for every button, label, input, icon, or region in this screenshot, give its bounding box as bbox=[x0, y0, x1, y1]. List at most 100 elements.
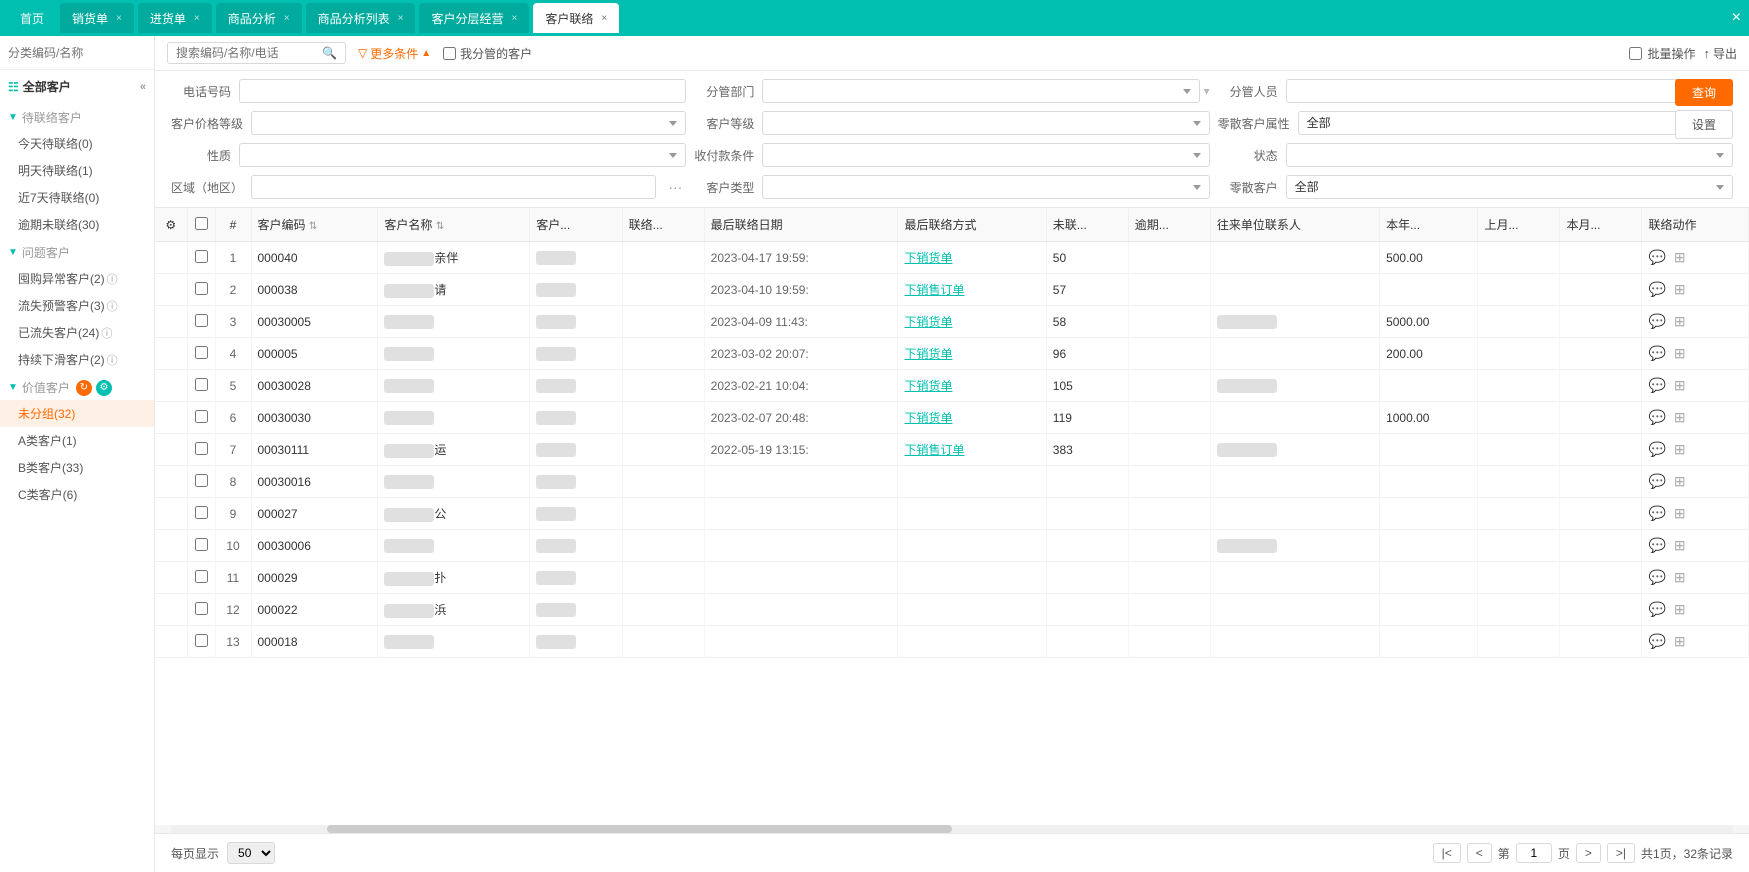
tab-customer-contact[interactable]: 客户联络 × bbox=[533, 3, 619, 33]
tab-customer-layer-close[interactable]: × bbox=[511, 13, 517, 24]
td-last-contact-method[interactable] bbox=[898, 562, 1046, 594]
retail-customer-select[interactable]: 全部 bbox=[1286, 175, 1733, 199]
sidebar-item-today-pending[interactable]: 今天待联络(0) bbox=[0, 130, 154, 157]
td-last-contact-method[interactable]: 下销售订单 bbox=[898, 274, 1046, 306]
td-checkbox[interactable] bbox=[187, 434, 215, 466]
grid-icon[interactable]: ⊞ bbox=[1674, 569, 1686, 586]
row-checkbox[interactable] bbox=[195, 474, 208, 487]
query-button[interactable]: 查询 bbox=[1675, 79, 1733, 106]
my-customers-checkbox[interactable] bbox=[443, 47, 456, 60]
batch-ops-checkbox[interactable] bbox=[1629, 47, 1642, 60]
gender-select[interactable] bbox=[239, 143, 686, 167]
grid-icon[interactable]: ⊞ bbox=[1674, 281, 1686, 298]
export-button[interactable]: ↑ 导出 bbox=[1703, 45, 1737, 62]
tab-customer-contact-close[interactable]: × bbox=[601, 13, 607, 24]
person-input[interactable] bbox=[1286, 79, 1703, 103]
sidebar-item-b-class[interactable]: B类客户(33) bbox=[0, 454, 154, 481]
tab-sales-close[interactable]: × bbox=[116, 13, 122, 24]
chat-icon[interactable]: 💬 bbox=[1648, 345, 1665, 362]
sidebar-item-declining[interactable]: 持续下滑客户(2) ⓘ bbox=[0, 346, 154, 373]
contact-method-link[interactable]: 下销售订单 bbox=[904, 443, 964, 457]
payment-select[interactable] bbox=[762, 143, 1209, 167]
th-last-contact-method[interactable]: 最后联络方式 bbox=[898, 208, 1046, 242]
row-checkbox[interactable] bbox=[195, 506, 208, 519]
more-conditions-button[interactable]: ▽ 更多条件 ▲ bbox=[358, 45, 431, 62]
sidebar-item-ungroup[interactable]: 未分组(32) bbox=[0, 400, 154, 427]
chat-icon[interactable]: 💬 bbox=[1648, 601, 1665, 618]
area-more-icon[interactable]: ··· bbox=[664, 177, 686, 197]
td-checkbox[interactable] bbox=[187, 338, 215, 370]
next-page-button[interactable]: > bbox=[1576, 843, 1601, 863]
row-checkbox[interactable] bbox=[195, 634, 208, 647]
contact-method-link[interactable]: 下销货单 bbox=[904, 315, 952, 329]
td-checkbox[interactable] bbox=[187, 562, 215, 594]
prev-page-button[interactable]: < bbox=[1467, 843, 1492, 863]
search-input[interactable] bbox=[176, 46, 316, 60]
settings-icon[interactable]: ⚙ bbox=[165, 218, 176, 232]
scrollbar-thumb[interactable] bbox=[327, 825, 952, 833]
row-checkbox[interactable] bbox=[195, 602, 208, 615]
grid-icon[interactable]: ⊞ bbox=[1674, 441, 1686, 458]
th-this-year[interactable]: 本年... bbox=[1380, 208, 1478, 242]
grid-icon[interactable]: ⊞ bbox=[1674, 633, 1686, 650]
search-icon[interactable]: 🔍 bbox=[322, 46, 337, 60]
customer-type-select[interactable] bbox=[762, 175, 1209, 199]
th-code[interactable]: 客户编码 ⇅ bbox=[251, 208, 378, 242]
retail-attr-select[interactable]: 全部 bbox=[1298, 111, 1733, 135]
contact-method-link[interactable]: 下销货单 bbox=[904, 251, 952, 265]
td-last-contact-method[interactable] bbox=[898, 594, 1046, 626]
sidebar-item-tomorrow-pending[interactable]: 明天待联络(1) bbox=[0, 157, 154, 184]
row-checkbox[interactable] bbox=[195, 442, 208, 455]
td-last-contact-method[interactable]: 下销货单 bbox=[898, 242, 1046, 274]
td-checkbox[interactable] bbox=[187, 594, 215, 626]
chat-icon[interactable]: 💬 bbox=[1648, 633, 1665, 650]
horizontal-scrollbar[interactable] bbox=[171, 825, 1733, 833]
grid-icon[interactable]: ⊞ bbox=[1674, 409, 1686, 426]
chat-icon[interactable]: 💬 bbox=[1648, 409, 1665, 426]
chat-icon[interactable]: 💬 bbox=[1648, 505, 1665, 522]
tab-customer-layer[interactable]: 客户分层经营 × bbox=[419, 3, 529, 33]
all-customers-header[interactable]: ☷ 全部客户 « bbox=[0, 70, 154, 103]
chat-icon[interactable]: 💬 bbox=[1648, 377, 1665, 394]
contact-method-link[interactable]: 下销货单 bbox=[904, 347, 952, 361]
td-checkbox[interactable] bbox=[187, 530, 215, 562]
td-last-contact-method[interactable]: 下销货单 bbox=[898, 370, 1046, 402]
grid-icon[interactable]: ⊞ bbox=[1674, 249, 1686, 266]
row-checkbox[interactable] bbox=[195, 570, 208, 583]
th-type[interactable]: 客户... bbox=[530, 208, 622, 242]
td-checkbox[interactable] bbox=[187, 626, 215, 658]
chat-icon[interactable]: 💬 bbox=[1648, 569, 1665, 586]
row-checkbox[interactable] bbox=[195, 314, 208, 327]
contact-method-link[interactable]: 下销货单 bbox=[904, 379, 952, 393]
td-checkbox[interactable] bbox=[187, 402, 215, 434]
sidebar-item-abnormal[interactable]: 囤购异常客户(2) ⓘ bbox=[0, 265, 154, 292]
contact-method-link[interactable]: 下销货单 bbox=[904, 411, 952, 425]
th-checkbox[interactable] bbox=[187, 208, 215, 242]
td-checkbox[interactable] bbox=[187, 370, 215, 402]
tab-goods-list[interactable]: 商品分析列表 × bbox=[306, 3, 416, 33]
chat-icon[interactable]: 💬 bbox=[1648, 249, 1665, 266]
select-all-checkbox[interactable] bbox=[195, 217, 208, 230]
th-not-contacted[interactable]: 未联... bbox=[1046, 208, 1128, 242]
td-last-contact-method[interactable] bbox=[898, 498, 1046, 530]
sidebar-item-week-pending[interactable]: 近7天待联络(0) bbox=[0, 184, 154, 211]
td-last-contact-method[interactable]: 下销货单 bbox=[898, 402, 1046, 434]
td-checkbox[interactable] bbox=[187, 242, 215, 274]
last-page-button[interactable]: >| bbox=[1607, 843, 1635, 863]
td-last-contact-method[interactable] bbox=[898, 466, 1046, 498]
sidebar-search-input[interactable] bbox=[8, 46, 155, 60]
th-contact[interactable]: 联络... bbox=[622, 208, 704, 242]
reset-button[interactable]: 设置 bbox=[1675, 110, 1733, 139]
row-checkbox[interactable] bbox=[195, 250, 208, 263]
phone-input[interactable] bbox=[239, 79, 686, 103]
price-level-select[interactable] bbox=[251, 111, 686, 135]
tab-goods-list-close[interactable]: × bbox=[398, 13, 404, 24]
tab-sales[interactable]: 销货单 × bbox=[60, 3, 134, 33]
tab-goods-analysis-close[interactable]: × bbox=[284, 13, 290, 24]
chat-icon[interactable]: 💬 bbox=[1648, 473, 1665, 490]
grid-icon[interactable]: ⊞ bbox=[1674, 537, 1686, 554]
th-company-contact[interactable]: 往来单位联系人 bbox=[1210, 208, 1379, 242]
tab-purchase[interactable]: 进货单 × bbox=[138, 3, 212, 33]
th-last-contact-date[interactable]: 最后联络日期 bbox=[704, 208, 898, 242]
sidebar-item-lost[interactable]: 已流失客户(24) ⓘ bbox=[0, 319, 154, 346]
